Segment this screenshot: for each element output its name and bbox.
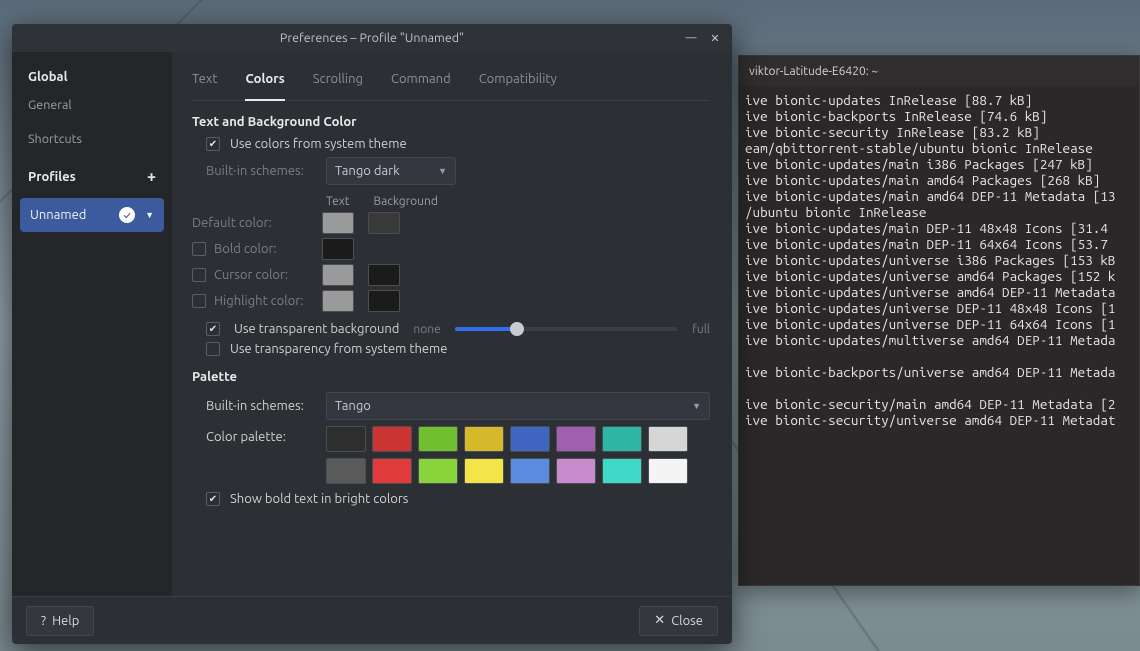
label-builtin-schemes: Built-in schemes:	[206, 164, 316, 178]
palette-swatch-3[interactable]	[464, 426, 504, 452]
swatch-bold-text[interactable]	[322, 238, 354, 260]
palette-swatch-6[interactable]	[602, 426, 642, 452]
terminal-output: ive bionic-updates InRelease [88.7 kB] i…	[739, 86, 1139, 434]
checkbox-use-system-colors[interactable]	[206, 137, 220, 151]
label-transparency-system: Use transparency from system theme	[230, 342, 447, 356]
palette-swatch-9[interactable]	[372, 458, 412, 484]
checkbox-bold-bright[interactable]	[206, 492, 220, 506]
check-icon: ✓	[119, 207, 135, 223]
tab-compatibility[interactable]: Compatibility	[479, 68, 557, 90]
close-label: Close	[671, 614, 703, 628]
section-palette-title: Palette	[192, 370, 710, 384]
palette-swatch-2[interactable]	[418, 426, 458, 452]
column-header-background: Background	[374, 195, 438, 208]
palette-swatch-1[interactable]	[372, 426, 412, 452]
swatch-cursor-bg[interactable]	[368, 264, 400, 286]
dialog-title: Preferences – Profile "Unnamed"	[12, 31, 732, 45]
chevron-down-icon[interactable]: ▼	[145, 210, 154, 220]
tab-scrolling[interactable]: Scrolling	[313, 68, 363, 90]
swatch-highlight-text[interactable]	[322, 290, 354, 312]
label-transparent-bg: Use transparent background	[234, 322, 399, 336]
help-button[interactable]: ? Help	[26, 606, 94, 636]
terminal-titlebar: viktor-Latitude-E6420: ~	[739, 56, 1139, 86]
close-icon: ✕	[654, 613, 665, 628]
label-use-system-colors: Use colors from system theme	[230, 137, 407, 151]
sidebar-item-shortcuts[interactable]: Shortcuts	[12, 122, 172, 156]
combo-palette-value: Tango	[335, 399, 371, 413]
combo-builtin-value: Tango dark	[335, 164, 400, 178]
palette-swatch-10[interactable]	[418, 458, 458, 484]
sidebar-global-heading: Global	[28, 70, 68, 84]
terminal-title: viktor-Latitude-E6420: ~	[749, 65, 878, 78]
palette-swatch-5[interactable]	[556, 426, 596, 452]
swatch-highlight-bg[interactable]	[368, 290, 400, 312]
terminal-window: viktor-Latitude-E6420: ~ ive bionic-upda…	[738, 55, 1140, 586]
help-icon: ?	[41, 614, 46, 628]
dialog-titlebar: Preferences – Profile "Unnamed" — ✕	[12, 24, 732, 52]
chevron-down-icon: ▼	[438, 166, 447, 176]
slider-label-full: full	[692, 323, 710, 336]
label-palette-builtin: Built-in schemes:	[206, 399, 316, 413]
close-window-button[interactable]: ✕	[704, 28, 726, 48]
checkbox-transparent-bg[interactable]	[206, 322, 220, 336]
palette-swatch-14[interactable]	[602, 458, 642, 484]
chevron-down-icon: ▼	[692, 401, 701, 411]
swatch-default-bg[interactable]	[368, 212, 400, 234]
palette-grid	[326, 426, 688, 484]
label-cursor-color: Cursor color:	[214, 268, 288, 282]
sidebar-item-general[interactable]: General	[12, 88, 172, 122]
checkbox-highlight-color[interactable]	[192, 294, 206, 308]
help-label: Help	[52, 614, 79, 628]
swatch-default-text[interactable]	[322, 212, 354, 234]
dialog-content: TextColorsScrollingCommandCompatibility …	[172, 52, 732, 596]
checkbox-bold-color[interactable]	[192, 242, 206, 256]
palette-swatch-12[interactable]	[510, 458, 550, 484]
section-text-bg-title: Text and Background Color	[192, 115, 710, 129]
combo-palette-scheme[interactable]: Tango ▼	[326, 392, 710, 420]
sidebar-profiles-heading: Profiles	[28, 170, 76, 184]
palette-swatch-4[interactable]	[510, 426, 550, 452]
label-highlight-color: Highlight color:	[214, 294, 303, 308]
tab-command[interactable]: Command	[391, 68, 451, 90]
label-bold-color: Bold color:	[214, 242, 277, 256]
sidebar-profile-unnamed[interactable]: Unnamed ✓ ▼	[20, 198, 164, 232]
label-bold-bright: Show bold text in bright colors	[230, 492, 408, 506]
tab-text[interactable]: Text	[192, 68, 217, 90]
tab-colors[interactable]: Colors	[245, 68, 284, 101]
profile-name-label: Unnamed	[30, 208, 86, 222]
close-button[interactable]: ✕ Close	[639, 606, 718, 636]
palette-swatch-11[interactable]	[464, 458, 504, 484]
preferences-dialog: Preferences – Profile "Unnamed" — ✕ Glob…	[12, 24, 732, 644]
swatch-cursor-text[interactable]	[322, 264, 354, 286]
slider-label-none: none	[413, 323, 440, 336]
sidebar: Global General Shortcuts Profiles + Unna…	[12, 52, 172, 596]
palette-swatch-0[interactable]	[326, 426, 366, 452]
label-color-palette: Color palette:	[206, 426, 316, 444]
tab-bar: Text Colors Scrolling Command Compatibility	[192, 64, 710, 101]
transparency-slider[interactable]	[455, 327, 679, 331]
checkbox-cursor-color[interactable]	[192, 268, 206, 282]
combo-builtin-scheme[interactable]: Tango dark ▼	[326, 157, 456, 185]
palette-swatch-15[interactable]	[648, 458, 688, 484]
label-default-color: Default color:	[192, 216, 272, 230]
checkbox-transparency-system[interactable]	[206, 342, 220, 356]
palette-swatch-8[interactable]	[326, 458, 366, 484]
palette-swatch-7[interactable]	[648, 426, 688, 452]
column-header-text: Text	[326, 195, 350, 208]
palette-swatch-13[interactable]	[556, 458, 596, 484]
minimize-button[interactable]: —	[680, 28, 702, 48]
add-profile-button[interactable]: +	[147, 168, 156, 186]
